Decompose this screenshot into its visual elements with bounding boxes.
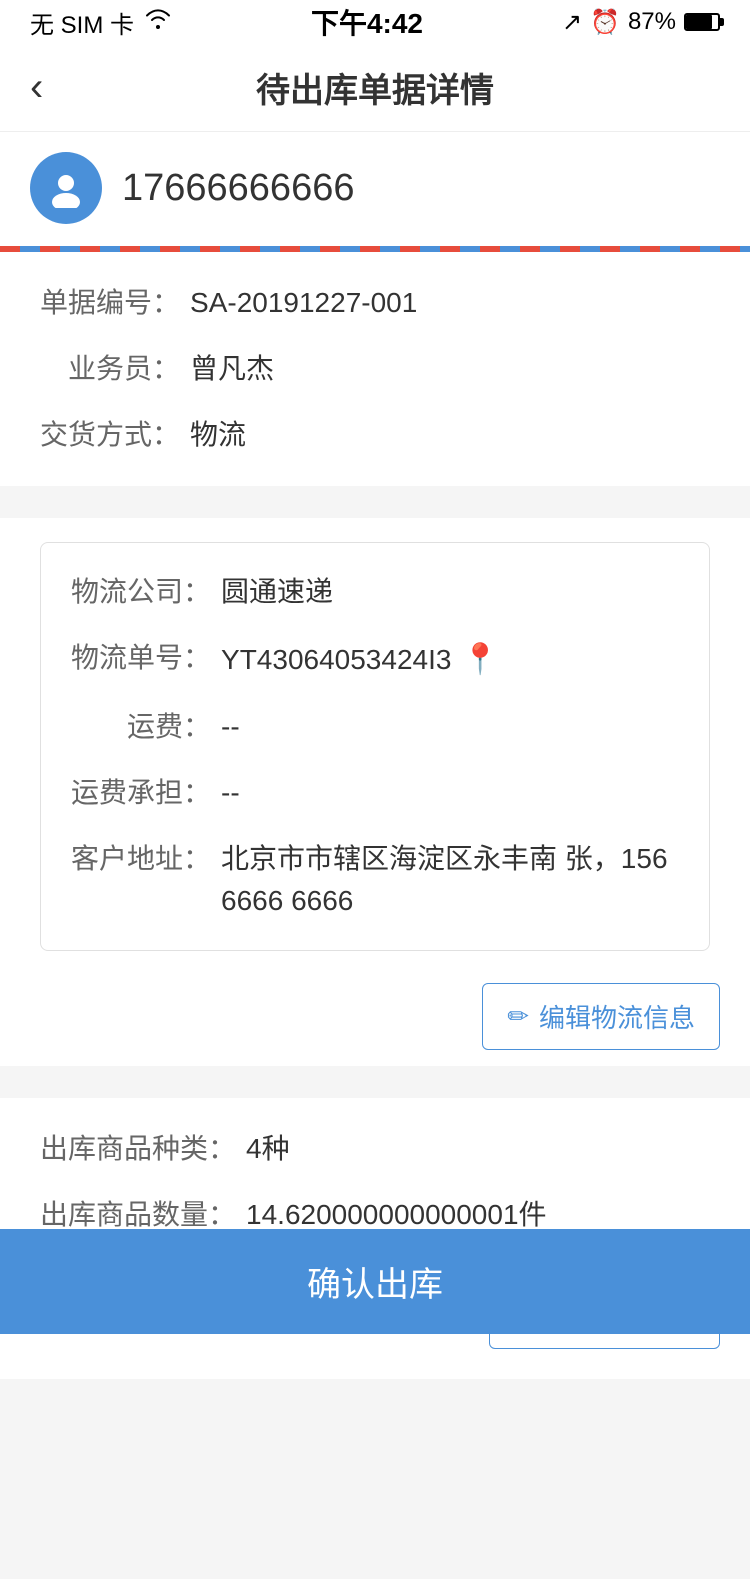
- goods-category-value: 4种: [246, 1128, 710, 1170]
- alarm-icon: ⏰: [590, 8, 620, 37]
- delivery-method-label: 交货方式：: [40, 414, 180, 456]
- battery-icon: [684, 13, 720, 31]
- wifi-icon: [144, 8, 172, 36]
- document-info-section: 单据编号： SA-20191227-001 业务员： 曾凡杰 交货方式： 物流: [0, 252, 750, 486]
- document-number-row: 单据编号： SA-20191227-001: [40, 282, 710, 324]
- tracking-number-label: 物流单号：: [71, 637, 211, 679]
- freight-bearer-label: 运费承担：: [71, 772, 211, 814]
- edit-logistics-button[interactable]: ✏ 编辑物流信息: [482, 983, 720, 1050]
- status-right: ↗ ⏰ 87%: [562, 8, 720, 37]
- document-number-label: 单据编号：: [40, 282, 180, 324]
- tracking-number-row: 物流单号： YT43064053424I3 📍: [71, 637, 679, 682]
- logistics-company-value: 圆通速递: [221, 571, 679, 613]
- separator-2: [0, 1082, 750, 1098]
- logistics-company-row: 物流公司： 圆通速递: [71, 571, 679, 613]
- edit-button-container: ✏ 编辑物流信息: [0, 967, 750, 1066]
- confirm-button[interactable]: 确认出库: [0, 1229, 750, 1334]
- salesperson-label: 业务员：: [40, 348, 180, 390]
- status-bar: 无 SIM 卡 下午4:42 ↗ ⏰ 87%: [0, 0, 750, 44]
- freight-row: 运费： --: [71, 706, 679, 748]
- tracking-number-value: YT43064053424I3 📍: [221, 637, 679, 682]
- logistics-company-label: 物流公司：: [71, 571, 211, 613]
- delivery-method-value: 物流: [190, 414, 710, 456]
- freight-bearer-row: 运费承担： --: [71, 772, 679, 814]
- customer-address-label: 客户地址：: [71, 838, 211, 880]
- status-left: 无 SIM 卡: [30, 5, 172, 40]
- logistics-card: 物流公司： 圆通速递 物流单号： YT43064053424I3 📍 运费： -…: [40, 542, 710, 951]
- gray-spacer: [0, 1379, 750, 1579]
- document-number-value: SA-20191227-001: [190, 282, 710, 324]
- goods-category-label: 出库商品种类：: [40, 1128, 236, 1170]
- user-phone: 17666666666: [122, 167, 354, 210]
- delivery-method-row: 交货方式： 物流: [40, 414, 710, 456]
- goods-category-row: 出库商品种类： 4种: [40, 1128, 710, 1170]
- back-button[interactable]: ‹: [30, 65, 43, 110]
- status-time: 下午4:42: [311, 2, 423, 42]
- user-card: 17666666666: [0, 132, 750, 244]
- nav-bar: ‹ 待出库单据详情: [0, 44, 750, 132]
- salesperson-row: 业务员： 曾凡杰: [40, 348, 710, 390]
- location-arrow-icon: ↗: [562, 8, 582, 37]
- freight-label: 运费：: [71, 706, 211, 748]
- page-title: 待出库单据详情: [256, 63, 494, 112]
- avatar: [30, 152, 102, 224]
- customer-address-row: 客户地址： 北京市市辖区海淀区永丰南 张，156 6666 6666: [71, 838, 679, 922]
- customer-address-value: 北京市市辖区海淀区永丰南 张，156 6666 6666: [221, 838, 679, 922]
- map-pin-icon[interactable]: 📍: [461, 637, 498, 682]
- separator-1: [0, 502, 750, 518]
- logistics-section: 物流公司： 圆通速递 物流单号： YT43064053424I3 📍 运费： -…: [0, 518, 750, 1066]
- battery-text: 87%: [628, 8, 676, 36]
- freight-value: --: [221, 706, 679, 748]
- carrier-text: 无 SIM 卡: [30, 5, 134, 40]
- edit-icon: ✏: [507, 1001, 529, 1032]
- edit-button-label: 编辑物流信息: [539, 998, 695, 1035]
- salesperson-value: 曾凡杰: [190, 348, 710, 390]
- freight-bearer-value: --: [221, 772, 679, 814]
